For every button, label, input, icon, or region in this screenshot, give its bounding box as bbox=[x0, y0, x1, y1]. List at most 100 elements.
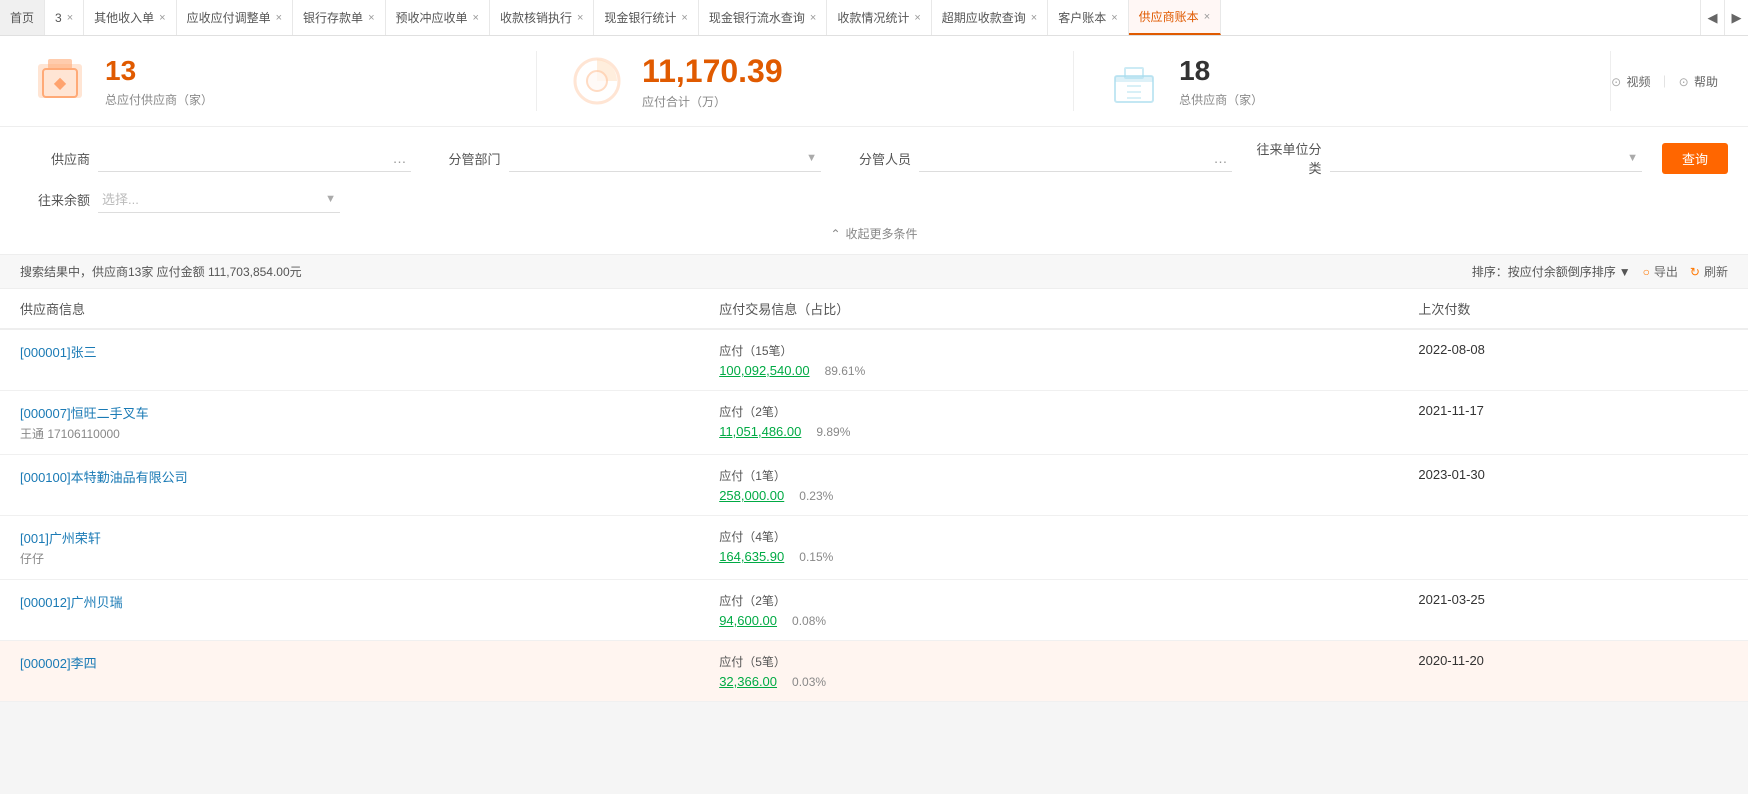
card-icon-1: ◆ bbox=[30, 51, 90, 111]
ap-amount[interactable]: 11,051,486.00 bbox=[719, 424, 801, 439]
card2-number: 11,170.39 bbox=[642, 52, 783, 90]
supplier-dots[interactable]: … bbox=[389, 150, 411, 166]
supplier-link[interactable]: [001]广州荣轩 bbox=[20, 531, 101, 546]
ap-amount[interactable]: 94,600.00 bbox=[719, 613, 777, 628]
ap-label: 应付（15笔） bbox=[719, 342, 1378, 359]
nav-tab-ap-adjust[interactable]: 应收应付调整单 × bbox=[177, 0, 293, 35]
category-dropdown-arrow: ▼ bbox=[1623, 152, 1642, 164]
close-prepay[interactable]: × bbox=[473, 12, 479, 24]
results-bar: 搜索结果中，供应商13家 应付金额 111,703,854.00元 排序：按应付… bbox=[0, 255, 1748, 289]
export-button[interactable]: ○ 导出 bbox=[1643, 263, 1678, 280]
nav-left-arrow[interactable]: ◀ bbox=[1700, 0, 1724, 36]
balance-label: 往来余额 bbox=[20, 190, 90, 209]
nav-tab-cash-flow[interactable]: 现金银行流水查询 × bbox=[699, 0, 827, 35]
ap-pct: 0.08% bbox=[792, 614, 826, 628]
nav-tab-customer-label: 客户账本 bbox=[1058, 9, 1106, 26]
close-overdue[interactable]: × bbox=[1031, 12, 1037, 24]
supplier-info-cell: [000012]广州贝瑞 bbox=[0, 580, 699, 641]
nav-tab-collect-stat-label: 收款情况统计 bbox=[837, 9, 909, 26]
ap-transaction-cell: 应付（4笔）164,635.900.15% bbox=[699, 516, 1398, 580]
person-dots[interactable]: … bbox=[1210, 150, 1232, 166]
video-link[interactable]: ⊙ 视频 bbox=[1611, 73, 1650, 90]
summary-bar: ◆ 13 总应付供应商（家） 11,170.39 应付合计（万） bbox=[0, 36, 1748, 127]
nav-tab-supplier-account[interactable]: 供应商账本 × bbox=[1129, 0, 1221, 35]
close-bank-deposit[interactable]: × bbox=[368, 12, 374, 24]
balance-placeholder: 选择... bbox=[98, 187, 321, 210]
export-icon: ○ bbox=[1643, 265, 1650, 279]
card-info-2: 11,170.39 应付合计（万） bbox=[642, 52, 783, 110]
nav-tab-overdue[interactable]: 超期应收款查询 × bbox=[932, 0, 1048, 35]
nav-tab-prepay[interactable]: 预收冲应收单 × bbox=[386, 0, 490, 35]
supplier-link[interactable]: [000001]张三 bbox=[20, 345, 97, 360]
nav-tab-other-income[interactable]: 其他收入单 × bbox=[84, 0, 176, 35]
filter-category: 往来单位分类 ▼ bbox=[1252, 139, 1663, 177]
nav-tab-collect-verify[interactable]: 收款核销执行 × bbox=[490, 0, 594, 35]
nav-tab-customer[interactable]: 客户账本 × bbox=[1048, 0, 1128, 35]
table-row: [000002]李四应付（5笔）32,366.000.03%2020-11-20 bbox=[0, 641, 1748, 702]
table-row: [000007]恒旺二手叉车王通 17106110000应付（2笔）11,051… bbox=[0, 391, 1748, 455]
summary-card-1: ◆ 13 总应付供应商（家） bbox=[20, 51, 537, 111]
summary-card-3: 18 总供应商（家） bbox=[1074, 51, 1611, 111]
filter-supplier: 供应商 … bbox=[20, 144, 431, 172]
collapse-button[interactable]: ⌃ 收起更多条件 bbox=[20, 221, 1728, 246]
supplier-input-wrap[interactable]: … bbox=[98, 144, 411, 172]
nav-tab-cash-bank-stat-label: 现金银行统计 bbox=[604, 9, 676, 26]
supplier-info-cell: [000007]恒旺二手叉车王通 17106110000 bbox=[0, 391, 699, 455]
ap-amount[interactable]: 258,000.00 bbox=[719, 488, 784, 503]
close-cash-flow[interactable]: × bbox=[810, 12, 816, 24]
supplier-link[interactable]: [000100]本特勤油品有限公司 bbox=[20, 470, 188, 485]
last-pay-cell: 2022-08-08 bbox=[1398, 329, 1748, 391]
nav-tab-collect-verify-label: 收款核销执行 bbox=[500, 9, 572, 26]
supplier-table: 供应商信息 应付交易信息（占比） 上次付数 [000001]张三 应付（15笔） 1… bbox=[0, 289, 1748, 702]
close-collect-stat[interactable]: × bbox=[914, 12, 920, 24]
refresh-button[interactable]: ↻ 刷新 bbox=[1690, 263, 1728, 280]
last-pay-cell: 2021-11-17 bbox=[1398, 391, 1748, 455]
nav-tab-3-label: 3 bbox=[55, 11, 62, 25]
ap-label: 应付（4笔） bbox=[719, 528, 1378, 545]
close-cash-bank-stat[interactable]: × bbox=[681, 12, 687, 24]
nav-tab-bank-deposit[interactable]: 银行存款单 × bbox=[293, 0, 385, 35]
supplier-link[interactable]: [000012]广州贝瑞 bbox=[20, 595, 123, 610]
filter-balance: 往来余额 选择... ▼ bbox=[20, 185, 360, 213]
table-header-row: 供应商信息 应付交易信息（占比） 上次付数 bbox=[0, 289, 1748, 329]
nav-tab-supplier-account-label: 供应商账本 bbox=[1139, 8, 1199, 25]
ap-amount[interactable]: 164,635.90 bbox=[719, 549, 784, 564]
ap-transaction-cell: 应付（2笔）94,600.000.08% bbox=[699, 580, 1398, 641]
supplier-sub: 仔仔 bbox=[20, 550, 679, 567]
svg-text:◆: ◆ bbox=[54, 75, 67, 92]
close-customer[interactable]: × bbox=[1111, 12, 1117, 24]
close-other-income[interactable]: × bbox=[159, 12, 165, 24]
close-supplier-account[interactable]: × bbox=[1204, 11, 1210, 23]
nav-right-arrow[interactable]: ▶ bbox=[1724, 0, 1748, 36]
balance-dropdown[interactable]: 选择... ▼ bbox=[98, 185, 340, 213]
card3-number: 18 bbox=[1179, 54, 1263, 88]
nav-tab-home[interactable]: 首页 bbox=[0, 0, 45, 35]
help-link[interactable]: ⊙ 帮助 bbox=[1679, 73, 1718, 90]
supplier-sub: 王通 17106110000 bbox=[20, 425, 679, 442]
close-tab-3[interactable]: × bbox=[67, 12, 73, 24]
nav-tab-collect-stat[interactable]: 收款情况统计 × bbox=[827, 0, 931, 35]
summary-card-2: 11,170.39 应付合计（万） bbox=[537, 51, 1074, 111]
close-collect-verify[interactable]: × bbox=[577, 12, 583, 24]
supplier-input[interactable] bbox=[98, 148, 389, 167]
balance-dropdown-arrow: ▼ bbox=[321, 193, 340, 205]
dept-dropdown[interactable]: ▼ bbox=[509, 144, 822, 172]
collapse-up-icon: ⌃ bbox=[830, 227, 840, 241]
card1-number: 13 bbox=[105, 54, 213, 88]
nav-tab-3[interactable]: 3 × bbox=[45, 0, 84, 35]
th-supplier-info: 供应商信息 bbox=[0, 289, 699, 329]
refresh-label: 刷新 bbox=[1704, 263, 1728, 280]
nav-tab-cash-bank-stat[interactable]: 现金银行统计 × bbox=[594, 0, 698, 35]
ap-transaction-cell: 应付（2笔）11,051,486.009.89% bbox=[699, 391, 1398, 455]
ap-amount[interactable]: 100,092,540.00 bbox=[719, 363, 809, 378]
person-input[interactable] bbox=[919, 148, 1210, 167]
sort-button[interactable]: 排序：按应付余额倒序排序 ▼ bbox=[1472, 263, 1631, 280]
supplier-link[interactable]: [000007]恒旺二手叉车 bbox=[20, 406, 149, 421]
ap-amount[interactable]: 32,366.00 bbox=[719, 674, 777, 689]
category-dropdown[interactable]: ▼ bbox=[1330, 144, 1643, 172]
search-button[interactable]: 查询 bbox=[1662, 143, 1728, 174]
close-ap-adjust[interactable]: × bbox=[276, 12, 282, 24]
person-input-wrap[interactable]: … bbox=[919, 144, 1232, 172]
supplier-link[interactable]: [000002]李四 bbox=[20, 656, 97, 671]
nav-tab-overdue-label: 超期应收款查询 bbox=[942, 9, 1026, 26]
